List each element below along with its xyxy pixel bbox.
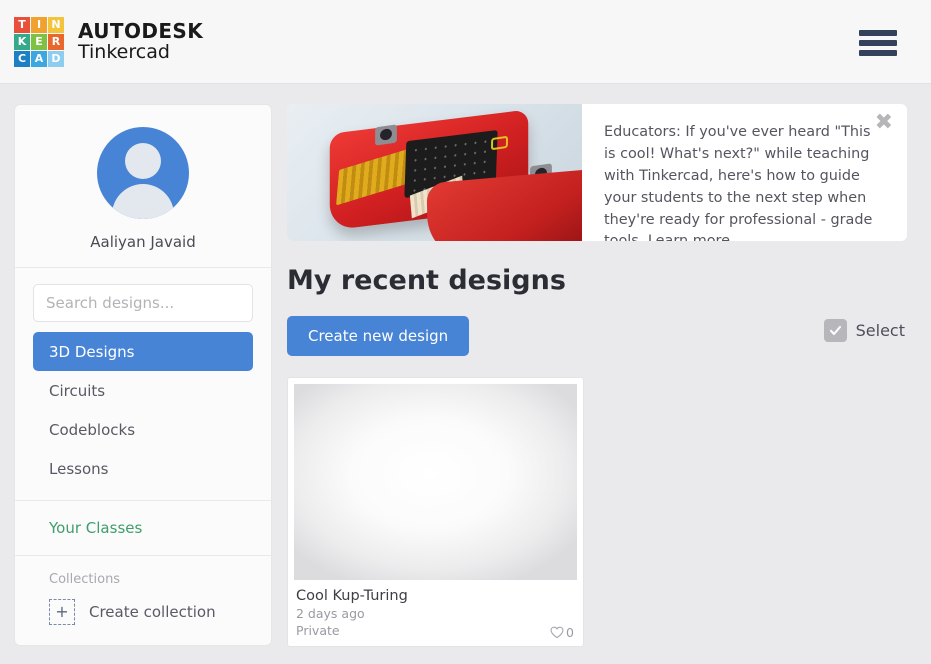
hamburger-bar (859, 50, 897, 56)
profile-section: Aaliyan Javaid (15, 105, 271, 268)
select-label: Select (855, 321, 905, 340)
sidebar-item-label: Circuits (49, 381, 106, 400)
logo-cell: E (31, 33, 47, 50)
sidebar-nav: 3D Designs Circuits Codeblocks Lessons (15, 332, 271, 501)
sidebar-item-3d-designs[interactable]: 3D Designs (33, 332, 253, 371)
sidebar-item-label: Lessons (49, 459, 109, 478)
brand-text: AUTODESK Tinkercad (78, 18, 204, 64)
design-thumbnail[interactable] (294, 384, 577, 580)
brand-autodesk-label: AUTODESK (78, 18, 204, 43)
main-content: Educators: If you've ever heard "This is… (287, 104, 917, 647)
design-like-count: 0 (566, 624, 574, 640)
sidebar-item-label: Codeblocks (49, 420, 136, 439)
hamburger-bar (859, 40, 897, 46)
sidebar-item-lessons[interactable]: Lessons (33, 449, 253, 488)
avatar-head (125, 143, 161, 179)
create-collection-button[interactable]: + Create collection (33, 599, 253, 625)
hamburger-menu-icon[interactable] (859, 30, 897, 56)
select-toggle[interactable]: Select (823, 319, 905, 342)
design-likes[interactable]: 0 (550, 625, 574, 640)
user-avatar-icon[interactable] (97, 127, 189, 219)
design-card[interactable]: Cool Kup-Turing 2 days ago Private 0 (287, 377, 584, 647)
logo-cell: D (48, 50, 64, 67)
design-info: Cool Kup-Turing 2 days ago Private 0 (288, 580, 583, 646)
microbit-button-a (375, 124, 397, 146)
design-title: Cool Kup-Turing (296, 588, 408, 604)
sidebar-item-your-classes[interactable]: Your Classes (33, 519, 253, 537)
logo-cell: I (31, 16, 47, 33)
page-title: My recent designs (287, 265, 566, 296)
logo-cell: N (48, 16, 64, 33)
design-date: 2 days ago (296, 606, 365, 621)
collections-section: Collections + Create collection (15, 556, 271, 625)
create-new-design-button[interactable]: Create new design (287, 316, 470, 356)
actions-row: Create new design Select (287, 316, 917, 356)
search-section (15, 268, 271, 332)
sidebar-item-circuits[interactable]: Circuits (33, 371, 253, 410)
sidebar-item-label: 3D Designs (49, 342, 135, 361)
design-visibility: Private (296, 622, 340, 638)
logo-cell: R (48, 33, 64, 50)
brand-logo[interactable]: T I N K E R C A D AUTODESK Tinkercad (14, 16, 204, 67)
close-icon[interactable]: ✖ (875, 112, 893, 134)
promo-banner-image (287, 104, 582, 241)
classes-section: Your Classes (15, 501, 271, 556)
logo-cell: A (31, 50, 47, 67)
tinkercad-logo-icon: T I N K E R C A D (14, 16, 64, 67)
checkmark-icon (823, 319, 847, 342)
logo-cell: T (14, 16, 30, 33)
logo-cell: K (14, 33, 30, 50)
promo-banner-body: Educators: If you've ever heard "This is… (604, 124, 873, 241)
avatar-body (112, 184, 174, 219)
designs-grid: Cool Kup-Turing 2 days ago Private 0 (287, 377, 917, 647)
plus-icon: + (49, 599, 75, 625)
heart-icon (550, 626, 564, 638)
profile-name: Aaliyan Javaid (90, 233, 196, 251)
hamburger-bar (859, 30, 897, 36)
brand-product-label: Tinkercad (78, 41, 170, 64)
logo-cell: C (14, 50, 30, 67)
promo-banner: Educators: If you've ever heard "This is… (287, 104, 907, 241)
sidebar: Aaliyan Javaid 3D Designs Circuits Codeb… (14, 104, 272, 646)
collections-heading: Collections (49, 572, 121, 587)
app-header: T I N K E R C A D AUTODESK Tinkercad (0, 0, 931, 84)
microbit-logo-icon (490, 135, 509, 151)
learn-more-link[interactable]: Learn more (648, 233, 730, 241)
sidebar-item-codeblocks[interactable]: Codeblocks (33, 410, 253, 449)
promo-banner-text: Educators: If you've ever heard "This is… (582, 104, 907, 242)
search-input[interactable] (33, 284, 253, 322)
create-collection-label: Create collection (89, 603, 216, 621)
